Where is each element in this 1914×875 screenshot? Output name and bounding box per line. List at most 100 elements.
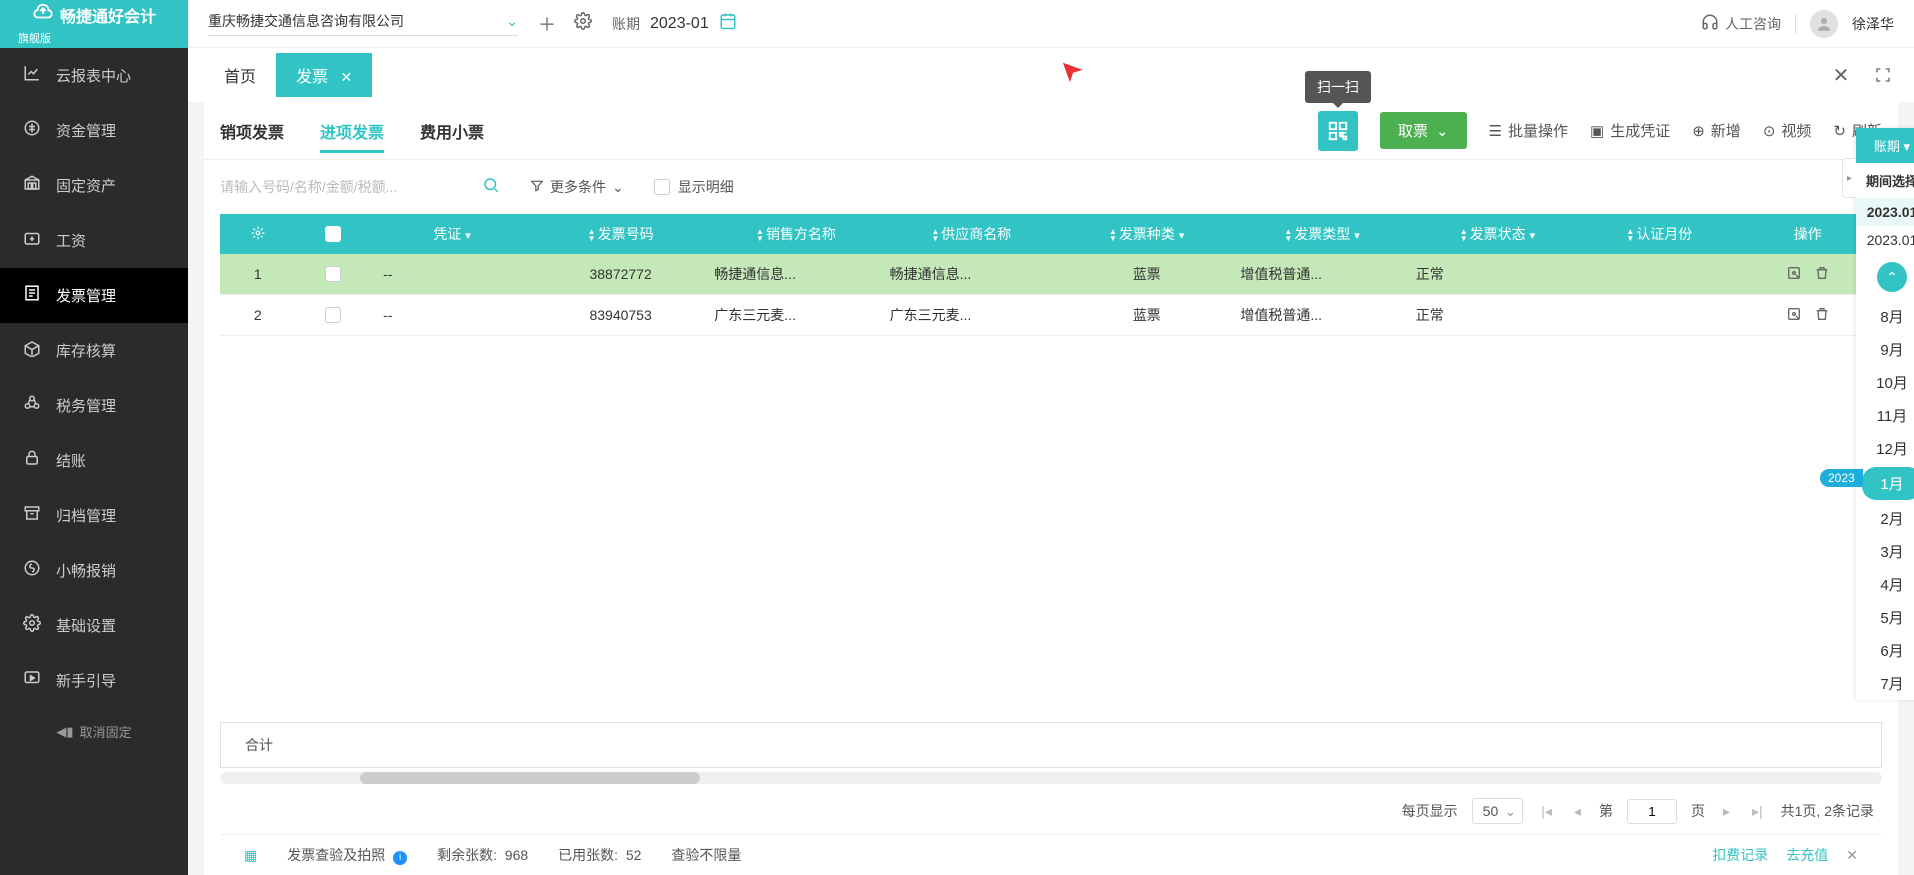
column-status[interactable]: ▲▼发票状态▾ <box>1410 214 1585 254</box>
month-item[interactable]: 9月 <box>1856 333 1914 366</box>
fullscreen-icon[interactable] <box>1868 60 1898 90</box>
scroll-up-button[interactable]: ⌃ <box>1877 262 1907 292</box>
month-item[interactable]: 7月 <box>1856 667 1914 700</box>
sort-icon[interactable]: ▲▼ <box>1109 228 1117 242</box>
recharge-link[interactable]: 去充值 <box>1786 845 1828 865</box>
filter-icon[interactable]: ▾ <box>1179 230 1185 242</box>
checkbox-icon[interactable] <box>654 179 670 195</box>
charge-log-link[interactable]: 扣费记录 <box>1712 845 1768 865</box>
add-icon[interactable]: ＋ <box>538 11 556 37</box>
close-footer-icon[interactable]: ✕ <box>1846 847 1858 864</box>
company-selector[interactable]: 重庆畅捷交通信息咨询有限公司 ⌄ <box>208 11 518 36</box>
show-detail-checkbox[interactable]: 显示明细 <box>654 177 734 197</box>
sort-icon[interactable]: ▲▼ <box>756 228 764 242</box>
subtab-receipt[interactable]: 费用小票 <box>420 109 484 153</box>
tab-home[interactable]: 首页 <box>204 53 276 97</box>
sidebar-item-close-period[interactable]: 结账 <box>0 433 188 488</box>
scrollbar-thumb[interactable] <box>360 772 700 784</box>
delete-icon[interactable] <box>1814 268 1830 284</box>
pagination: 每页显示 50 ⌄ |◂ ◂ 第 页 ▸ ▸| 共1页, 2条记录 <box>204 788 1898 834</box>
close-all-tabs-icon[interactable]: ✕ <box>1826 60 1856 90</box>
delete-icon[interactable] <box>1814 309 1830 325</box>
period-panel-header[interactable]: 账期 ▾ <box>1856 128 1914 163</box>
sidebar-item-chart[interactable]: 云报表中心 <box>0 48 188 103</box>
period-panel-handle[interactable]: ▸ <box>1842 158 1856 198</box>
sort-icon[interactable]: ▲▼ <box>588 228 596 242</box>
column-supplier[interactable]: ▲▼供应商名称 <box>884 214 1059 254</box>
calendar-icon[interactable] <box>719 12 737 35</box>
chevron-down-icon: ⌄ <box>612 179 624 196</box>
add-button[interactable]: ⊕ 新增 <box>1692 120 1741 141</box>
month-item[interactable]: 5月 <box>1856 601 1914 634</box>
month-item[interactable]: 3月 <box>1856 535 1914 568</box>
column-seller[interactable]: ▲▼销售方名称 <box>708 214 883 254</box>
subtab-purchase[interactable]: 进项发票 <box>320 109 384 153</box>
close-icon[interactable]: ✕ <box>340 69 352 85</box>
sort-icon[interactable]: ▲▼ <box>931 228 939 242</box>
info-icon[interactable]: i <box>393 851 407 865</box>
table-row[interactable]: 2--83940753广东三元麦...广东三元麦...蓝票增值税普通...正常 <box>220 295 1882 336</box>
avatar[interactable] <box>1810 10 1838 38</box>
view-icon[interactable] <box>1786 309 1802 325</box>
column-settings[interactable] <box>220 214 296 254</box>
filter-icon[interactable]: ▾ <box>1354 230 1360 242</box>
gear-icon[interactable] <box>574 12 592 35</box>
sidebar-unpin[interactable]: ◀▮ 取消固定 <box>0 708 188 755</box>
sidebar-item-reimburse[interactable]: 小畅报销 <box>0 543 188 598</box>
column-invoice-no[interactable]: ▲▼发票号码 <box>533 214 708 254</box>
prev-page-button[interactable]: ◂ <box>1570 803 1585 820</box>
table-row[interactable]: 1--38872772畅捷通信息...畅捷通信息...蓝票增值税普通...正常 <box>220 254 1882 295</box>
sidebar-item-settings[interactable]: 基础设置 <box>0 598 188 653</box>
row-checkbox[interactable] <box>325 307 341 323</box>
column-type[interactable]: ▲▼发票类型▾ <box>1234 214 1409 254</box>
filter-icon[interactable]: ▾ <box>465 230 471 242</box>
money-icon <box>22 119 42 142</box>
page-input[interactable] <box>1627 799 1677 824</box>
sort-icon[interactable]: ▲▼ <box>1626 228 1634 242</box>
subtab-sales[interactable]: 销项发票 <box>220 109 284 153</box>
first-page-button[interactable]: |◂ <box>1537 803 1556 820</box>
month-item[interactable]: 2月 <box>1856 502 1914 535</box>
next-page-button[interactable]: ▸ <box>1719 803 1734 820</box>
sidebar-item-archive[interactable]: 归档管理 <box>0 488 188 543</box>
fetch-invoice-button[interactable]: 取票 ⌄ <box>1380 112 1467 149</box>
view-icon[interactable] <box>1786 268 1802 284</box>
search-icon[interactable] <box>482 176 500 199</box>
gen-voucher-button[interactable]: ▣ 生成凭证 <box>1590 120 1670 141</box>
column-kind[interactable]: ▲▼发票种类▾ <box>1059 214 1234 254</box>
filter-icon[interactable]: ▾ <box>1530 230 1536 242</box>
period-end[interactable]: 2023.01 <box>1856 226 1914 254</box>
tab-invoice[interactable]: 发票 ✕ <box>276 53 372 97</box>
sidebar-item-asset[interactable]: 固定资产 <box>0 158 188 213</box>
page-size-select[interactable]: 50 ⌄ <box>1472 798 1524 824</box>
month-item[interactable]: 10月 <box>1856 366 1914 399</box>
video-button[interactable]: ⊙ 视频 <box>1763 120 1812 141</box>
month-item[interactable]: 8月 <box>1856 300 1914 333</box>
sort-icon[interactable]: ▲▼ <box>1460 228 1468 242</box>
column-voucher[interactable]: 凭证▾ <box>371 214 533 254</box>
sidebar-item-guide[interactable]: 新手引导 <box>0 653 188 708</box>
month-item[interactable]: 4月 <box>1856 568 1914 601</box>
sort-icon[interactable]: ▲▼ <box>1284 228 1292 242</box>
month-item[interactable]: 11月 <box>1856 399 1914 432</box>
period-start[interactable]: 2023.01 <box>1856 198 1914 226</box>
column-cert-month[interactable]: ▲▼认证月份 <box>1585 214 1733 254</box>
logo-text: 畅捷通好会计 <box>60 3 156 27</box>
search-input[interactable] <box>220 179 472 195</box>
sidebar-item-invoice[interactable]: 发票管理 <box>0 268 188 323</box>
sidebar-item-money[interactable]: 资金管理 <box>0 103 188 158</box>
support-link[interactable]: 人工咨询 <box>1701 13 1781 34</box>
month-item[interactable]: 12月 <box>1856 432 1914 465</box>
sidebar-item-salary[interactable]: 工资 <box>0 213 188 268</box>
scan-qr-button[interactable]: 扫一扫 <box>1318 111 1358 151</box>
month-item[interactable]: 1月2023 <box>1862 467 1914 500</box>
horizontal-scrollbar[interactable] <box>220 772 1882 784</box>
sidebar-item-stock[interactable]: 库存核算 <box>0 323 188 378</box>
column-select-all[interactable] <box>296 214 372 254</box>
row-checkbox[interactable] <box>325 266 341 282</box>
last-page-button[interactable]: ▸| <box>1748 803 1767 820</box>
more-conditions[interactable]: 更多条件 ⌄ <box>530 177 624 197</box>
month-item[interactable]: 6月 <box>1856 634 1914 667</box>
sidebar-item-tax[interactable]: 税务管理 <box>0 378 188 433</box>
batch-ops-button[interactable]: ☰ 批量操作 <box>1489 120 1568 141</box>
